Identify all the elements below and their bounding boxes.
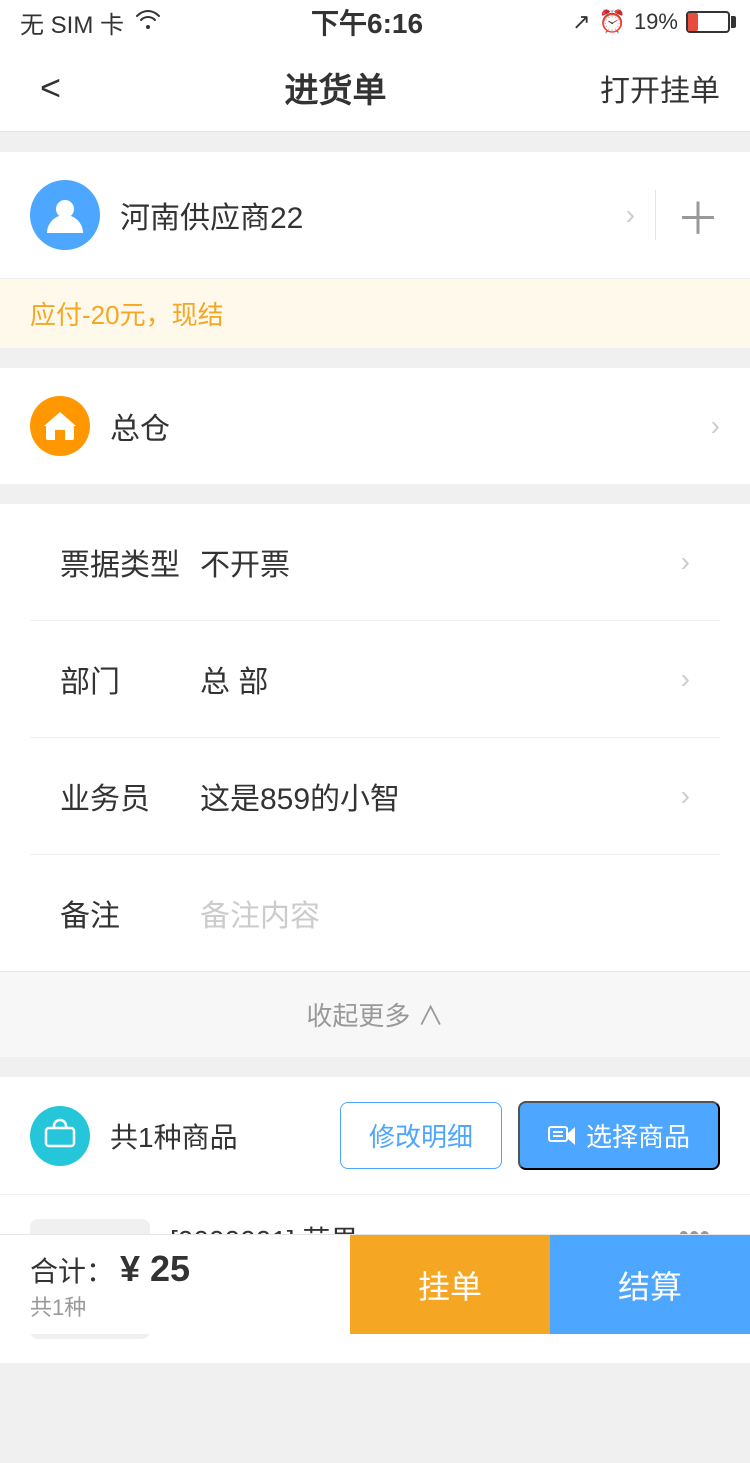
add-supplier-button[interactable]: ＋ [676, 183, 720, 247]
pending-button[interactable]: 挂单 [350, 1235, 550, 1334]
footer-total-sub: 共1种 [30, 1290, 320, 1322]
salesman-chevron-icon: › [681, 780, 690, 812]
notice-text: 应付-20元，现结 [30, 300, 224, 330]
remark-label: 备注 [60, 891, 180, 935]
battery-percent: 19% [634, 9, 678, 35]
footer-total: 合计： ¥ 25 共1种 [0, 1235, 350, 1334]
supplier-row[interactable]: 河南供应商22 › ＋ [0, 152, 750, 279]
warehouse-icon-wrap [30, 396, 90, 456]
select-product-button[interactable]: 选择商品 [518, 1101, 720, 1170]
invoice-value: 不开票 [180, 540, 681, 584]
battery-icon [686, 11, 730, 33]
remark-row[interactable]: 备注 备注内容 [30, 855, 720, 971]
select-product-label: 选择商品 [586, 1117, 690, 1154]
wifi-icon [134, 8, 162, 37]
invoice-label: 票据类型 [60, 540, 180, 584]
footer-total-amount: ¥ 25 [120, 1248, 190, 1290]
footer-spacer [0, 1363, 750, 1463]
modify-detail-button[interactable]: 修改明细 [340, 1102, 502, 1169]
products-header: 共1种商品 修改明细 选择商品 [0, 1077, 750, 1194]
form-card: 票据类型 不开票 › 部门 总 部 › 业务员 这是859的小智 › 备注 备注… [0, 504, 750, 971]
warehouse-name: 总仓 [110, 404, 711, 448]
invoice-chevron-icon: › [681, 546, 690, 578]
products-count: 共1种商品 [110, 1116, 340, 1156]
salesman-label: 业务员 [60, 774, 180, 818]
location-icon: ↗ [572, 9, 590, 35]
dept-value: 总 部 [180, 657, 681, 701]
section-gap-3 [0, 484, 750, 504]
salesman-value: 这是859的小智 [180, 774, 681, 818]
open-pending-button[interactable]: 打开挂单 [600, 66, 720, 110]
warehouse-chevron-icon: › [711, 410, 720, 442]
notice-bar: 应付-20元，现结 [0, 279, 750, 348]
page-title: 进货单 [285, 63, 387, 112]
invoice-row[interactable]: 票据类型 不开票 › [30, 504, 720, 621]
footer-total-label: 合计： [30, 1250, 114, 1290]
supplier-avatar [30, 180, 100, 250]
status-bar: 无 SIM 卡 下午6:16 ↗ ⏰ 19% [0, 0, 750, 44]
status-bar-left: 无 SIM 卡 [20, 5, 162, 40]
nav-bar: < 进货单 打开挂单 [0, 44, 750, 132]
warehouse-row[interactable]: 总仓 › [0, 368, 750, 484]
carrier-label: 无 SIM 卡 [20, 5, 124, 40]
section-gap-2 [0, 348, 750, 368]
products-icon-wrap [30, 1106, 90, 1166]
footer: 合计： ¥ 25 共1种 挂单 结算 [0, 1234, 750, 1334]
section-gap-1 [0, 132, 750, 152]
supplier-chevron-icon: › [626, 199, 635, 231]
supplier-name: 河南供应商22 [120, 193, 626, 237]
remark-input[interactable]: 备注内容 [180, 891, 690, 935]
dept-chevron-icon: › [681, 663, 690, 695]
section-gap-4 [0, 1057, 750, 1077]
checkout-button[interactable]: 结算 [550, 1235, 750, 1334]
back-button[interactable]: < [30, 57, 71, 119]
status-bar-right: ↗ ⏰ 19% [572, 9, 730, 35]
collapse-bar[interactable]: 收起更多 ∧ [0, 971, 750, 1057]
dept-label: 部门 [60, 657, 180, 701]
divider [655, 190, 656, 240]
status-bar-time: 下午6:16 [311, 2, 423, 42]
dept-row[interactable]: 部门 总 部 › [30, 621, 720, 738]
salesman-row[interactable]: 业务员 这是859的小智 › [30, 738, 720, 855]
alarm-icon: ⏰ [599, 9, 626, 35]
collapse-label: 收起更多 ∧ [306, 1001, 443, 1031]
